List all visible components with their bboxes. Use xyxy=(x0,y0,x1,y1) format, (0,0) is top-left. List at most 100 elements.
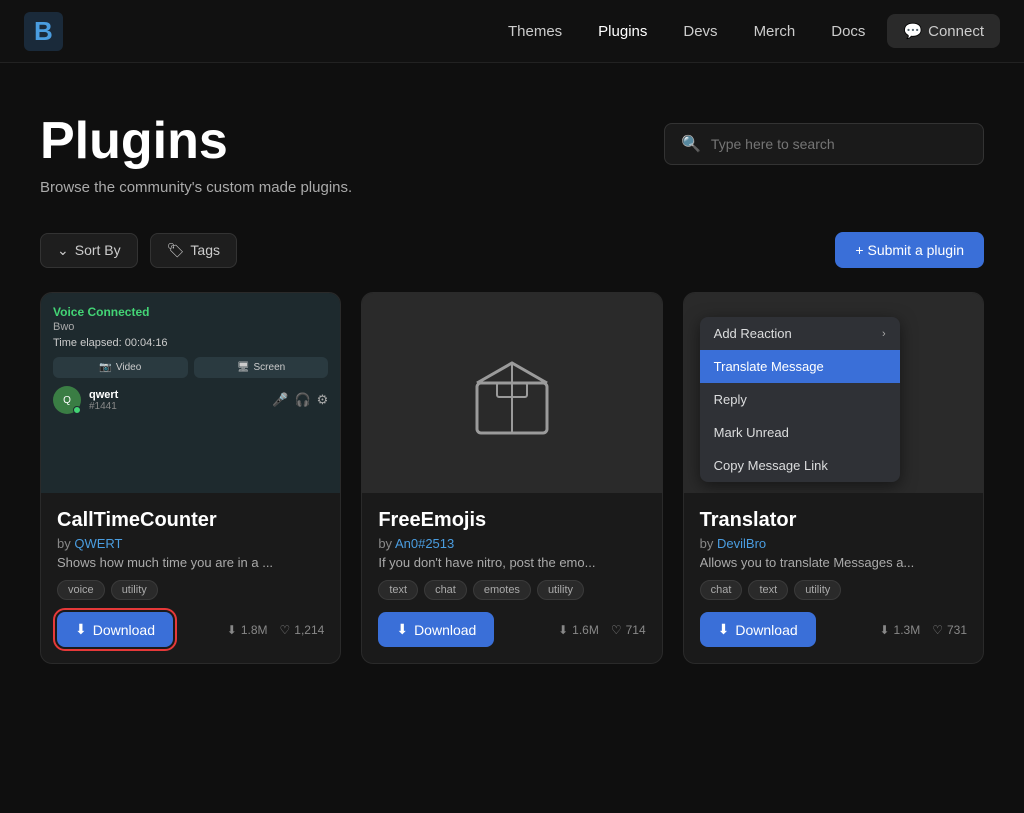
card-footer: ⬇ Download ⬇ 1.6M ♡ 714 xyxy=(378,612,645,647)
box-svg xyxy=(462,343,562,443)
card-footer: ⬇ Download ⬇ 1.3M ♡ 731 xyxy=(700,612,967,647)
plugin-description: Shows how much time you are in a ... xyxy=(57,555,324,570)
card-body-calltimecounter: CallTimeCounter by QWERT Shows how much … xyxy=(41,493,340,663)
download-stat-icon: ⬇ xyxy=(227,623,237,637)
ctx-translate-message[interactable]: Translate Message xyxy=(700,350,900,383)
nav-merch[interactable]: Merch xyxy=(740,15,810,48)
mic-icon[interactable]: 🎤 xyxy=(272,392,288,408)
heart-icon: ♡ xyxy=(280,623,291,637)
tag-text[interactable]: text xyxy=(748,580,788,600)
tag-utility[interactable]: utility xyxy=(537,580,584,600)
ctx-copy-link[interactable]: Copy Message Link xyxy=(700,449,900,482)
plugin-author-line: by An0#2513 xyxy=(378,536,645,551)
tag-utility[interactable]: utility xyxy=(794,580,841,600)
context-menu: Add Reaction › Translate Message Reply M… xyxy=(700,317,900,482)
plugin-card-translator: Add Reaction › Translate Message Reply M… xyxy=(683,292,984,664)
tag-chat[interactable]: chat xyxy=(700,580,743,600)
heart-icon: ♡ xyxy=(611,623,622,637)
download-stat-icon: ⬇ xyxy=(879,623,889,637)
ctx-add-reaction[interactable]: Add Reaction › xyxy=(700,317,900,350)
plugin-tags: text chat emotes utility xyxy=(378,580,645,600)
tag-text[interactable]: text xyxy=(378,580,418,600)
calltimer-preview: Voice Connected Bwo Time elapsed: 00:04:… xyxy=(41,293,340,493)
plugin-card-calltimecounter: Voice Connected Bwo Time elapsed: 00:04:… xyxy=(40,292,341,664)
plugin-stats: ⬇ 1.3M ♡ 731 xyxy=(879,623,967,637)
vc-user-row: Q qwert #1441 🎤 🎧 ⚙ xyxy=(53,386,328,414)
sort-icon: ⌄ xyxy=(57,242,69,259)
page-subtitle: Browse the community's custom made plugi… xyxy=(40,179,352,196)
vc-timer: Time elapsed: 00:04:16 xyxy=(53,337,328,349)
plugin-author: An0#2513 xyxy=(395,536,454,551)
nav-plugins[interactable]: Plugins xyxy=(584,15,661,48)
plugin-name: FreeEmojis xyxy=(378,509,645,532)
page-title: Plugins xyxy=(40,111,352,171)
card-footer: ⬇ Download ⬇ 1.8M ♡ 1,214 xyxy=(57,612,324,647)
nav-links: Themes Plugins Devs Merch Docs 💬 Connect xyxy=(494,14,1000,48)
tag-chat[interactable]: chat xyxy=(424,580,467,600)
card-body-freeemojis: FreeEmojis by An0#2513 If you don't have… xyxy=(362,493,661,663)
arrow-icon: › xyxy=(882,328,886,340)
vc-buttons: 📷 Video 🖥 Screen xyxy=(53,357,328,378)
vc-video-button[interactable]: 📷 Video xyxy=(53,357,188,378)
vc-status: Voice Connected xyxy=(53,305,328,319)
online-indicator xyxy=(73,406,81,414)
download-button-freeemojis[interactable]: ⬇ Download xyxy=(378,612,494,647)
screen-icon: 🖥 xyxy=(237,362,250,373)
ctx-reply[interactable]: Reply xyxy=(700,383,900,416)
plugin-tags: voice utility xyxy=(57,580,324,600)
logo[interactable]: B xyxy=(24,12,63,51)
downloads-stat: ⬇ 1.8M xyxy=(227,623,268,637)
plugin-author-line: by QWERT xyxy=(57,536,324,551)
likes-stat: ♡ 714 xyxy=(611,623,646,637)
plugins-grid: Voice Connected Bwo Time elapsed: 00:04:… xyxy=(0,284,1024,704)
navbar: B Themes Plugins Devs Merch Docs 💬 Conne… xyxy=(0,0,1024,63)
downloads-stat: ⬇ 1.6M xyxy=(558,623,599,637)
headphones-icon[interactable]: 🎧 xyxy=(294,392,310,408)
plugin-tags: chat text utility xyxy=(700,580,967,600)
vc-user-tag: #1441 xyxy=(89,401,118,412)
chat-icon: 💬 xyxy=(903,22,922,40)
tag-emotes[interactable]: emotes xyxy=(473,580,531,600)
vc-screen-button[interactable]: 🖥 Screen xyxy=(194,357,329,378)
download-stat-icon: ⬇ xyxy=(558,623,568,637)
ctx-mark-unread[interactable]: Mark Unread xyxy=(700,416,900,449)
download-button-calltimecounter[interactable]: ⬇ Download xyxy=(57,612,173,647)
likes-stat: ♡ 1,214 xyxy=(280,623,325,637)
plugin-stats: ⬇ 1.8M ♡ 1,214 xyxy=(227,623,325,637)
vc-user-controls: 🎤 🎧 ⚙ xyxy=(272,392,328,408)
download-icon: ⬇ xyxy=(718,621,730,638)
controls-bar: ⌄ Sort By 🏷 Tags + Submit a plugin xyxy=(0,216,1024,284)
search-box: 🔍 xyxy=(664,123,984,165)
connect-button[interactable]: 💬 Connect xyxy=(887,14,1000,48)
freeemojis-preview xyxy=(362,293,661,493)
card-body-translator: Translator by DevilBro Allows you to tra… xyxy=(684,493,983,663)
tag-icon: 🏷 xyxy=(167,242,185,259)
plugin-card-freeemojis: FreeEmojis by An0#2513 If you don't have… xyxy=(361,292,662,664)
download-button-translator[interactable]: ⬇ Download xyxy=(700,612,816,647)
plugin-name: Translator xyxy=(700,509,967,532)
download-icon: ⬇ xyxy=(75,621,87,638)
avatar: Q xyxy=(53,386,81,414)
plugin-description: If you don't have nitro, post the emo... xyxy=(378,555,645,570)
tag-utility[interactable]: utility xyxy=(111,580,158,600)
nav-devs[interactable]: Devs xyxy=(669,15,731,48)
vc-bwo: Bwo xyxy=(53,321,328,333)
download-icon: ⬇ xyxy=(396,621,408,638)
plugin-author: DevilBro xyxy=(717,536,766,551)
submit-plugin-button[interactable]: + Submit a plugin xyxy=(835,232,984,268)
nav-docs[interactable]: Docs xyxy=(817,15,879,48)
downloads-stat: ⬇ 1.3M xyxy=(879,623,920,637)
search-input[interactable] xyxy=(711,136,967,152)
nav-themes[interactable]: Themes xyxy=(494,15,576,48)
plugin-author: QWERT xyxy=(74,536,122,551)
tag-voice[interactable]: voice xyxy=(57,580,105,600)
vc-username: qwert xyxy=(89,389,118,401)
settings-icon[interactable]: ⚙ xyxy=(317,392,329,408)
plugin-stats: ⬇ 1.6M ♡ 714 xyxy=(558,623,646,637)
plugin-description: Allows you to translate Messages a... xyxy=(700,555,967,570)
plugin-author-line: by DevilBro xyxy=(700,536,967,551)
hero-text: Plugins Browse the community's custom ma… xyxy=(40,111,352,196)
tags-button[interactable]: 🏷 Tags xyxy=(150,233,237,268)
vc-user-info: qwert #1441 xyxy=(89,389,118,412)
sort-by-button[interactable]: ⌄ Sort By xyxy=(40,233,138,268)
